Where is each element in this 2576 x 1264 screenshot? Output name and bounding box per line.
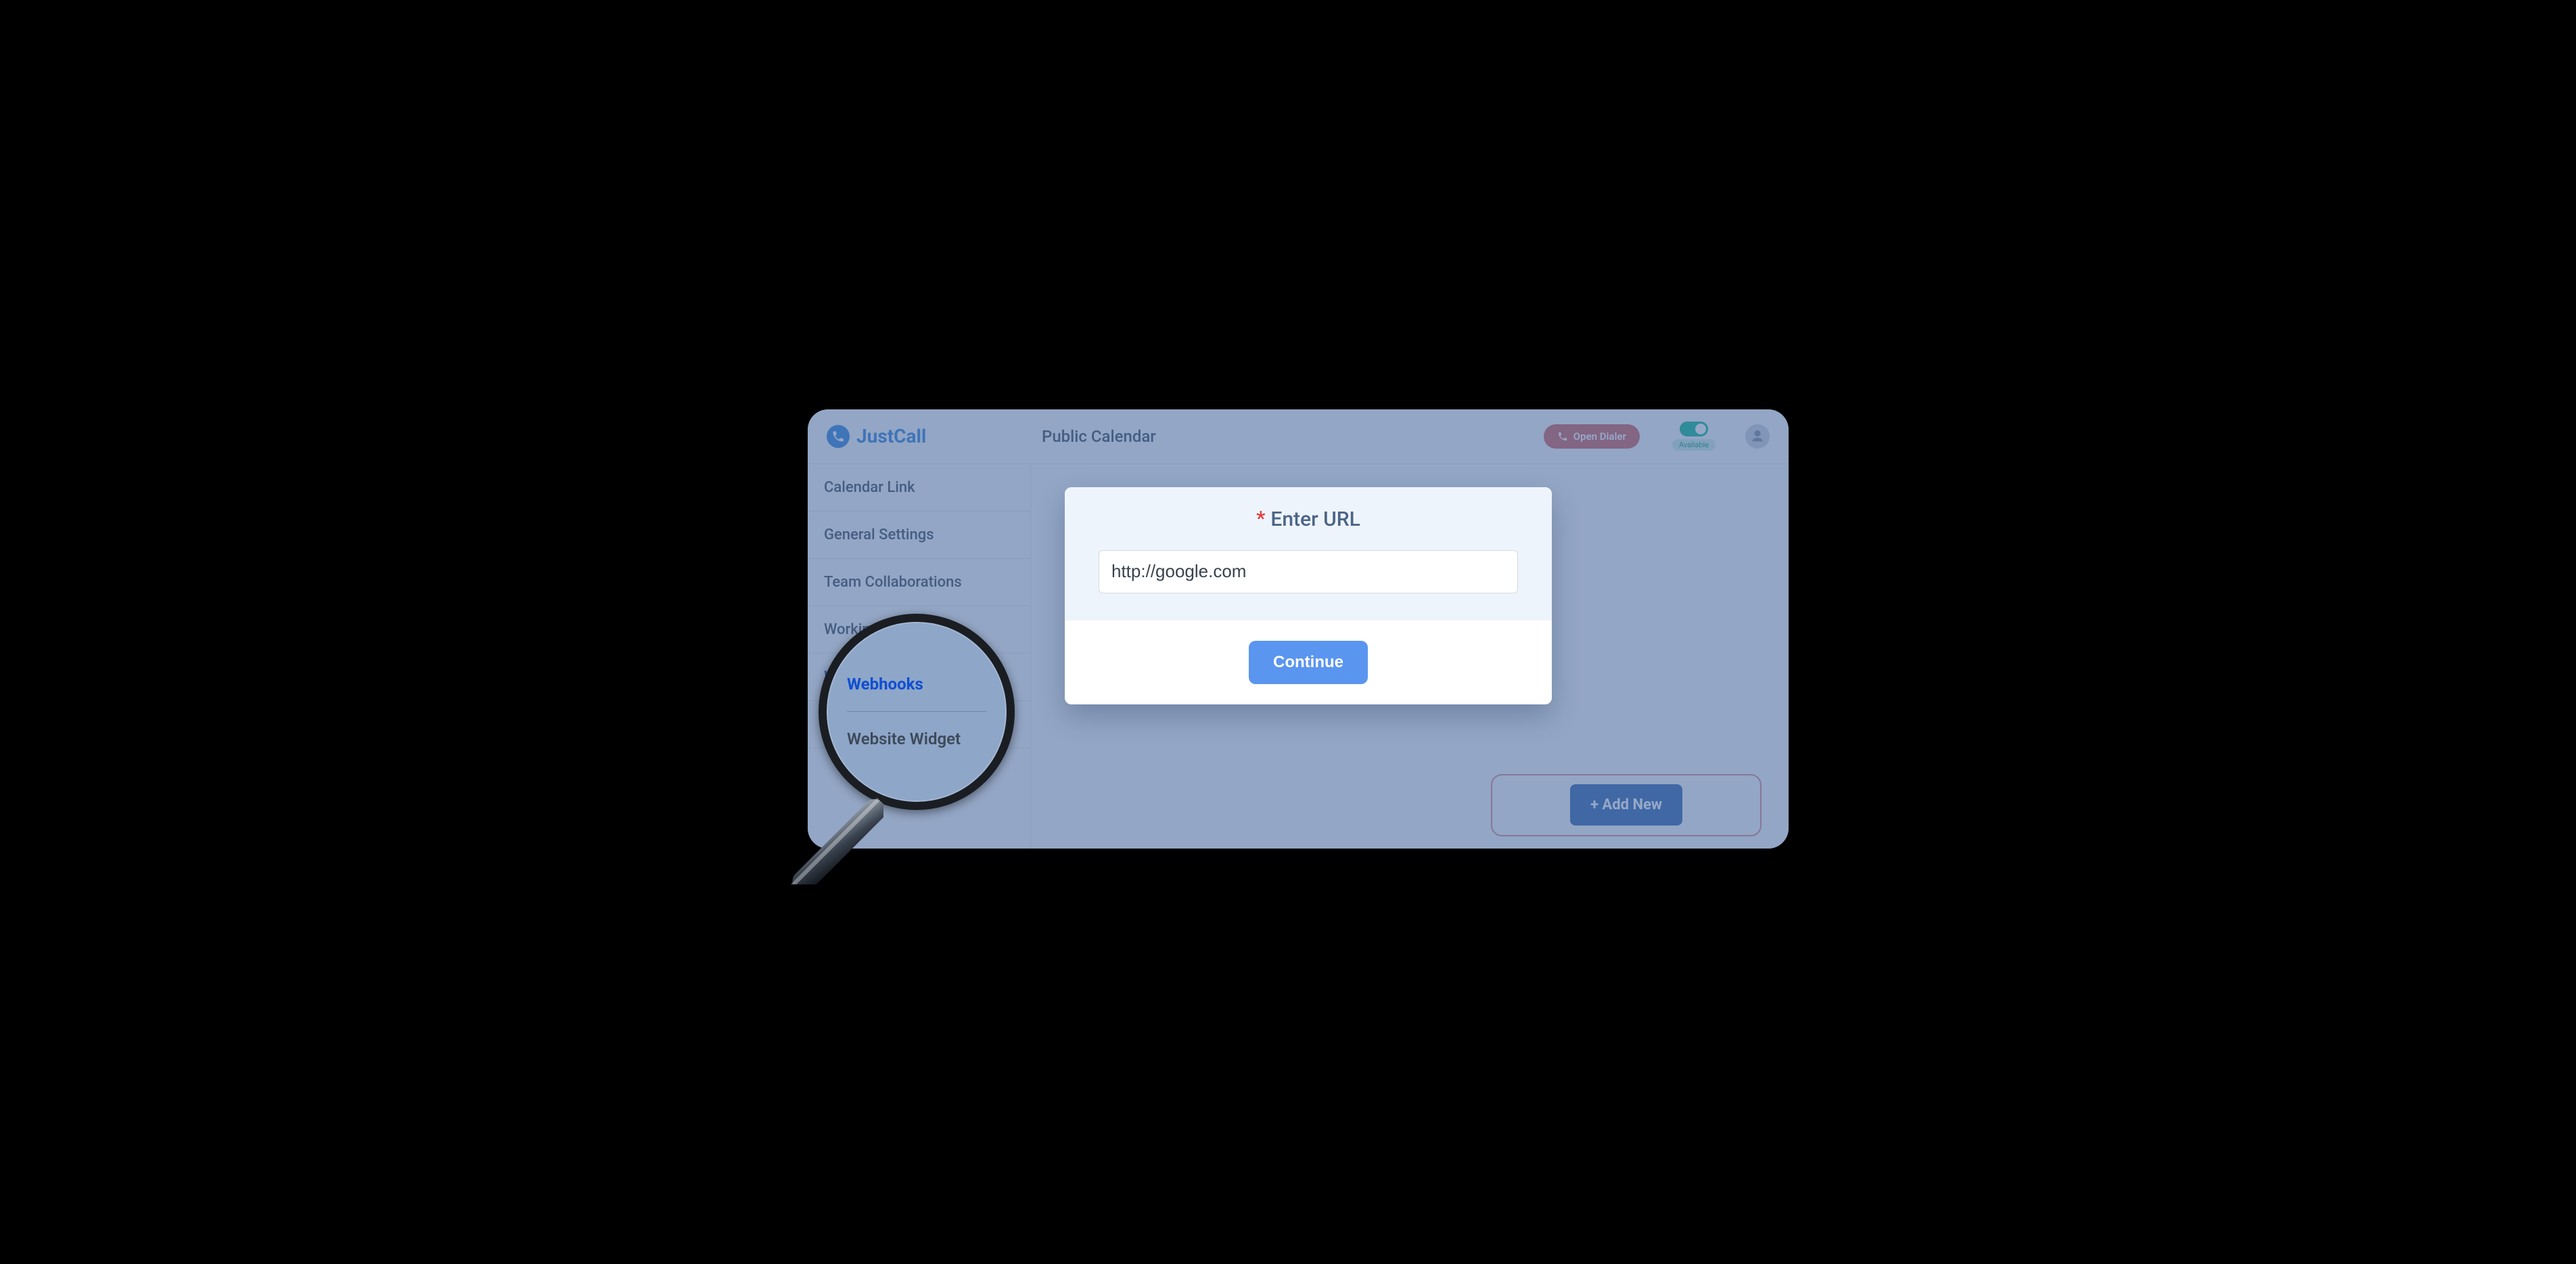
enter-url-modal: * Enter URL Continue	[1065, 487, 1552, 704]
url-input[interactable]	[1099, 550, 1518, 593]
required-mark: *	[1256, 509, 1265, 529]
modal-title: * Enter URL	[1256, 507, 1360, 531]
modal-title-text: Enter URL	[1270, 507, 1360, 531]
continue-button[interactable]: Continue	[1249, 641, 1368, 684]
